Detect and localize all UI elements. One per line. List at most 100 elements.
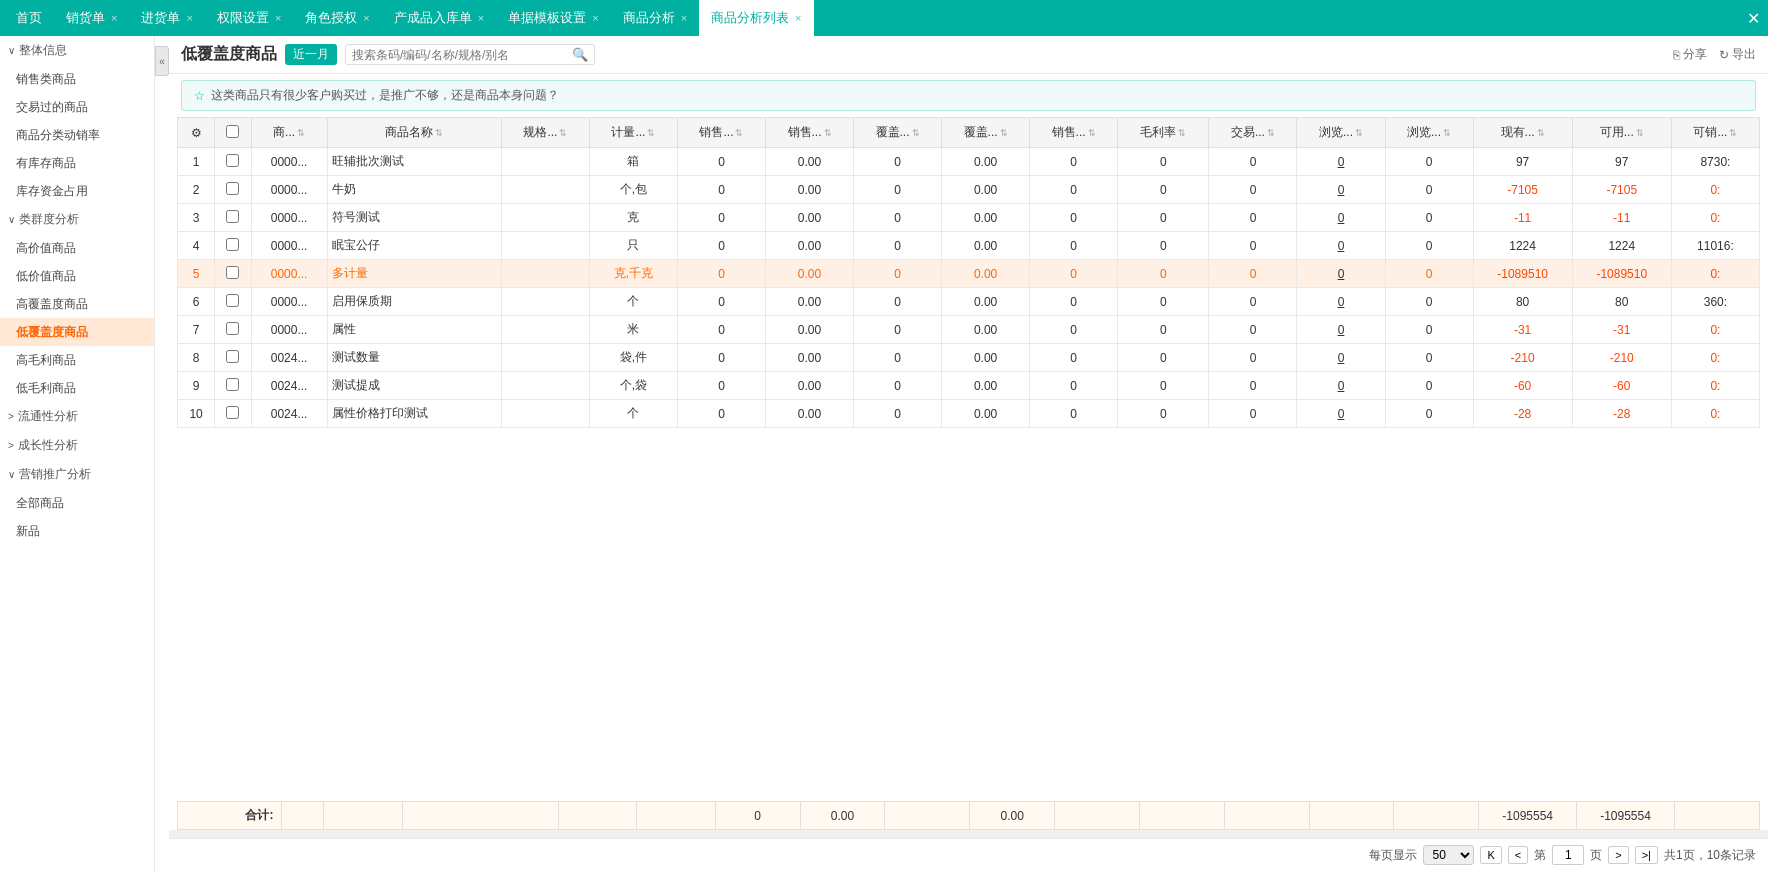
row-checkbox[interactable]: [215, 176, 252, 204]
sidebar-item-inventory-capital[interactable]: 库存资金占用: [0, 177, 154, 205]
sidebar-item-in-stock[interactable]: 有库存商品: [0, 149, 154, 177]
close-icon[interactable]: ×: [363, 12, 369, 24]
col-cover1[interactable]: 覆盖...⇅: [854, 118, 942, 148]
period-button[interactable]: 近一月: [285, 44, 337, 65]
close-icon[interactable]: ×: [478, 12, 484, 24]
col-sales-qty[interactable]: 销售...⇅: [677, 118, 765, 148]
col-transaction[interactable]: 交易...⇅: [1209, 118, 1297, 148]
nav-tab-template[interactable]: 单据模板设置 ×: [496, 0, 610, 36]
sidebar-item-low-coverage[interactable]: 低覆盖度商品: [0, 318, 154, 346]
page-size-select[interactable]: 20 50 100 200: [1423, 845, 1474, 865]
row-code: 0000...: [251, 316, 327, 344]
chevron-right-icon: >: [8, 440, 14, 451]
col-browse2[interactable]: 浏览...⇅: [1385, 118, 1473, 148]
col-sales3[interactable]: 销售...⇅: [1030, 118, 1118, 148]
sidebar-section-liquidity[interactable]: > 流通性分析: [0, 402, 154, 431]
row-sales3: 0: [1030, 148, 1118, 176]
sidebar-section-cluster[interactable]: ∨ 类群度分析: [0, 205, 154, 234]
row-browse1[interactable]: 0: [1297, 400, 1385, 428]
row-checkbox[interactable]: [215, 148, 252, 176]
row-browse1[interactable]: 0: [1297, 316, 1385, 344]
sidebar-item-low-margin[interactable]: 低毛利商品: [0, 374, 154, 402]
sidebar-collapse-button[interactable]: «: [155, 46, 169, 76]
nav-tab-sales[interactable]: 销货单 ×: [54, 0, 129, 36]
row-name: 符号测试: [327, 204, 501, 232]
col-unit[interactable]: 计量...⇅: [589, 118, 677, 148]
search-input[interactable]: [352, 48, 572, 62]
row-browse1[interactable]: 0: [1297, 344, 1385, 372]
horizontal-scrollbar[interactable]: [169, 830, 1768, 838]
close-icon[interactable]: ×: [795, 12, 801, 24]
row-checkbox[interactable]: [215, 288, 252, 316]
row-transaction: 0: [1209, 288, 1297, 316]
data-table-container[interactable]: ⚙ 商...⇅ 商品名称⇅ 规格...⇅ 计量...⇅ 销售...⇅ 销售...…: [169, 117, 1768, 801]
close-icon[interactable]: ×: [111, 12, 117, 24]
nav-tab-product-analysis[interactable]: 商品分析 ×: [611, 0, 699, 36]
sidebar-item-category-sales-rate[interactable]: 商品分类动销率: [0, 121, 154, 149]
sidebar-item-high-margin[interactable]: 高毛利商品: [0, 346, 154, 374]
sidebar-item-all-goods[interactable]: 全部商品: [0, 489, 154, 517]
col-name[interactable]: 商品名称⇅: [327, 118, 501, 148]
nav-tab-roles[interactable]: 角色授权 ×: [293, 0, 381, 36]
row-checkbox[interactable]: [215, 316, 252, 344]
row-checkbox[interactable]: [215, 372, 252, 400]
col-spec[interactable]: 规格...⇅: [501, 118, 589, 148]
row-checkbox[interactable]: [215, 232, 252, 260]
row-browse1[interactable]: 0: [1297, 204, 1385, 232]
sidebar-item-high-value[interactable]: 高价值商品: [0, 234, 154, 262]
chevron-right-icon: >: [8, 411, 14, 422]
row-checkbox[interactable]: [215, 400, 252, 428]
row-name: 眠宝公仔: [327, 232, 501, 260]
row-sales3: 0: [1030, 400, 1118, 428]
sidebar-item-high-coverage[interactable]: 高覆盖度商品: [0, 290, 154, 318]
row-current: -60: [1473, 372, 1572, 400]
nav-tab-purchase[interactable]: 进货单 ×: [129, 0, 204, 36]
row-browse1[interactable]: 0: [1297, 288, 1385, 316]
share-button[interactable]: ⎘ 分享: [1673, 46, 1707, 63]
row-browse1[interactable]: 0: [1297, 232, 1385, 260]
window-close-button[interactable]: ✕: [1747, 9, 1760, 28]
sidebar-item-sales-goods[interactable]: 销售类商品: [0, 65, 154, 93]
nav-tab-finished-goods[interactable]: 产成品入库单 ×: [382, 0, 496, 36]
row-checkbox[interactable]: [215, 260, 252, 288]
row-checkbox[interactable]: [215, 344, 252, 372]
nav-tab-home[interactable]: 首页: [4, 0, 54, 36]
col-available[interactable]: 可用...⇅: [1572, 118, 1671, 148]
nav-tab-product-analysis-list[interactable]: 商品分析列表 ×: [699, 0, 813, 36]
nav-tab-permissions[interactable]: 权限设置 ×: [205, 0, 293, 36]
col-browse1[interactable]: 浏览...⇅: [1297, 118, 1385, 148]
page-number-input[interactable]: [1552, 845, 1584, 865]
col-sales-amt[interactable]: 销售...⇅: [766, 118, 854, 148]
col-code[interactable]: 商...⇅: [251, 118, 327, 148]
close-icon[interactable]: ×: [592, 12, 598, 24]
sidebar-section-growth[interactable]: > 成长性分析: [0, 431, 154, 460]
row-checkbox[interactable]: [215, 204, 252, 232]
select-all-checkbox[interactable]: [226, 125, 239, 138]
row-browse1[interactable]: 0: [1297, 372, 1385, 400]
row-browse1[interactable]: 0: [1297, 260, 1385, 288]
sidebar-section-overall[interactable]: ∨ 整体信息: [0, 36, 154, 65]
col-current[interactable]: 现有...⇅: [1473, 118, 1572, 148]
row-browse1[interactable]: 0: [1297, 148, 1385, 176]
sidebar-item-low-value[interactable]: 低价值商品: [0, 262, 154, 290]
col-gross-margin[interactable]: 毛利率⇅: [1118, 118, 1209, 148]
row-transaction: 0: [1209, 344, 1297, 372]
first-page-button[interactable]: K: [1480, 846, 1501, 864]
close-icon[interactable]: ×: [275, 12, 281, 24]
sidebar-item-new-goods[interactable]: 新品: [0, 517, 154, 545]
row-saleable: 11016:: [1671, 232, 1759, 260]
col-saleable[interactable]: 可销...⇅: [1671, 118, 1759, 148]
col-checkbox[interactable]: [215, 118, 252, 148]
next-page-button[interactable]: >: [1608, 846, 1628, 864]
prev-page-button[interactable]: <: [1508, 846, 1528, 864]
close-icon[interactable]: ×: [186, 12, 192, 24]
search-icon[interactable]: 🔍: [572, 47, 588, 62]
close-icon[interactable]: ×: [681, 12, 687, 24]
row-browse1[interactable]: 0: [1297, 176, 1385, 204]
sidebar-section-marketing[interactable]: ∨ 营销推广分析: [0, 460, 154, 489]
last-page-button[interactable]: >|: [1635, 846, 1658, 864]
sidebar-item-traded-goods[interactable]: 交易过的商品: [0, 93, 154, 121]
export-button[interactable]: ↻ 导出: [1719, 46, 1756, 63]
col-cover2[interactable]: 覆盖...⇅: [942, 118, 1030, 148]
col-settings[interactable]: ⚙: [178, 118, 215, 148]
